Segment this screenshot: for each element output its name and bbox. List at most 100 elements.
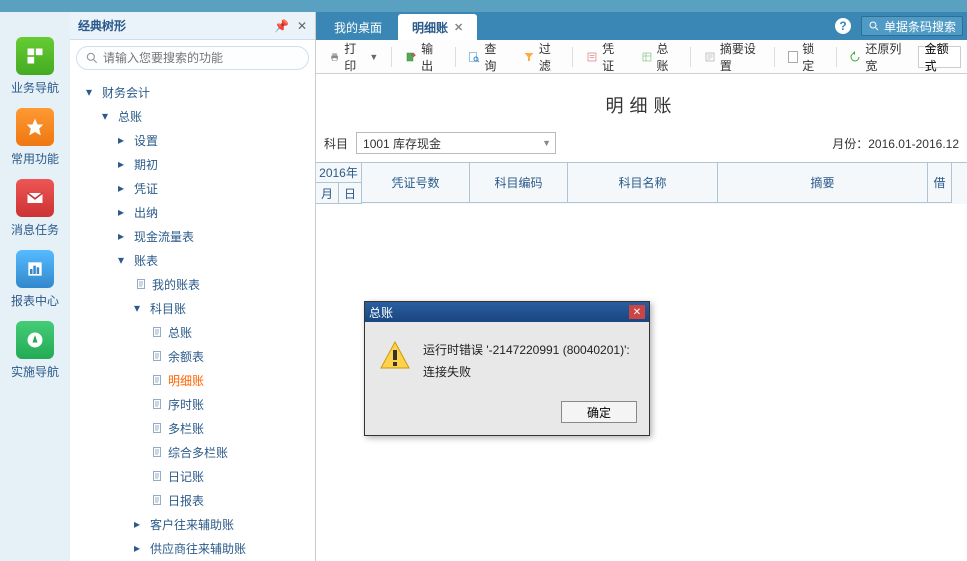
subject-combo[interactable]: 1001 库存现金▼ bbox=[356, 132, 556, 154]
tree-node[interactable]: ▸客户往来辅助账 bbox=[70, 512, 315, 536]
star-icon bbox=[16, 108, 54, 146]
col-summary: 摘要 bbox=[718, 163, 928, 203]
mail-icon bbox=[16, 179, 54, 217]
tree-node-label: 现金流量表 bbox=[134, 228, 194, 245]
tree-node-label: 凭证 bbox=[134, 180, 158, 197]
dialog-titlebar[interactable]: 总账 ✕ bbox=[365, 302, 649, 322]
col-subject-code: 科目编码 bbox=[470, 163, 568, 203]
tree-node[interactable]: ▸ 凭证 bbox=[70, 176, 315, 200]
chevron-right-icon[interactable]: ▸ bbox=[118, 229, 130, 243]
checkbox-icon bbox=[788, 51, 798, 63]
col-debit: 借 bbox=[928, 163, 952, 203]
tree-search-input[interactable] bbox=[103, 51, 300, 65]
tree-node[interactable]: ▸出纳 bbox=[70, 200, 315, 224]
tree-node-label: 科目账 bbox=[150, 300, 186, 317]
tree-node[interactable]: ▾ 科目账 bbox=[70, 296, 315, 320]
tree-node[interactable]: 综合多栏账 bbox=[70, 440, 315, 464]
report-icon bbox=[16, 250, 54, 288]
tree-node[interactable]: ▸供应商往来辅助账 bbox=[70, 536, 315, 560]
query-button[interactable]: 查询 bbox=[461, 45, 511, 69]
rail-messages[interactable]: 消息任务 bbox=[11, 179, 59, 238]
chevron-right-icon[interactable]: ▸ bbox=[134, 541, 146, 555]
main: 我的桌面 明细账✕ ? 单据条码搜索 打印▼ 输出 查询 过滤 凭证 总账 摘要… bbox=[316, 12, 967, 561]
help-icon[interactable]: ? bbox=[835, 18, 851, 34]
tree-node-label: 账表 bbox=[134, 252, 158, 269]
tree-node[interactable]: 多栏账 bbox=[70, 416, 315, 440]
restore-cols-button[interactable]: 还原列宽 bbox=[842, 45, 913, 69]
ledger-button[interactable]: 总账 bbox=[634, 45, 684, 69]
dialog-title: 总账 bbox=[369, 304, 393, 321]
document-icon bbox=[150, 493, 164, 507]
close-icon[interactable]: ✕ bbox=[297, 19, 307, 33]
chevron-down-icon[interactable]: ▾ bbox=[134, 301, 146, 315]
tree-search[interactable] bbox=[76, 46, 309, 70]
col-subject-name: 科目名称 bbox=[568, 163, 718, 203]
chevron-right-icon[interactable]: ▸ bbox=[118, 157, 130, 171]
document-icon bbox=[150, 421, 164, 435]
chevron-right-icon[interactable]: ▸ bbox=[118, 205, 130, 219]
tree-node[interactable]: 明细账 bbox=[70, 368, 315, 392]
tab-detail-ledger[interactable]: 明细账✕ bbox=[398, 14, 477, 40]
tree-node[interactable]: ▸期初 bbox=[70, 152, 315, 176]
tree-node-label: 日记账 bbox=[168, 468, 204, 485]
chevron-right-icon[interactable]: ▸ bbox=[118, 133, 130, 147]
barcode-placeholder: 单据条码搜索 bbox=[884, 18, 956, 35]
grid: 2016年 月日 凭证号数 科目编码 科目名称 摘要 借 bbox=[316, 162, 967, 204]
rail-impl[interactable]: 实施导航 bbox=[11, 321, 59, 380]
tree-node[interactable]: ▾财务会计 bbox=[70, 80, 315, 104]
print-button[interactable]: 打印▼ bbox=[322, 45, 385, 69]
summary-icon bbox=[704, 50, 716, 64]
voucher-button[interactable]: 凭证 bbox=[579, 45, 629, 69]
rail-common[interactable]: 常用功能 bbox=[11, 108, 59, 167]
chevron-right-icon[interactable]: ▸ bbox=[134, 517, 146, 531]
query-icon bbox=[468, 50, 480, 64]
tree-node[interactable]: 日记账 bbox=[70, 464, 315, 488]
amount-format-combo[interactable]: 金额式 bbox=[918, 46, 961, 68]
close-icon[interactable]: ✕ bbox=[454, 21, 463, 34]
chevron-down-icon[interactable]: ▾ bbox=[118, 253, 130, 267]
document-icon bbox=[150, 325, 164, 339]
tree-node[interactable]: 序时账 bbox=[70, 392, 315, 416]
search-icon bbox=[868, 20, 880, 32]
tab-desktop[interactable]: 我的桌面 bbox=[320, 14, 396, 40]
pin-icon[interactable]: 📌 bbox=[274, 19, 289, 33]
tree-body: ▾财务会计▾总账▸设置▸期初▸凭证▸出纳▸现金流量表▾账表我的账表▾科目账总账余… bbox=[70, 76, 315, 561]
chevron-right-icon[interactable]: ▸ bbox=[118, 181, 130, 195]
tree-node-label: 综合多栏账 bbox=[168, 444, 228, 461]
tree-node[interactable]: 日报表 bbox=[70, 488, 315, 512]
summary-button[interactable]: 摘要设置 bbox=[697, 45, 768, 69]
close-icon[interactable]: ✕ bbox=[629, 305, 645, 319]
voucher-icon bbox=[586, 50, 598, 64]
tree-node[interactable]: ▸设置 bbox=[70, 128, 315, 152]
printer-icon bbox=[329, 50, 340, 64]
ok-button[interactable]: 确定 bbox=[561, 401, 637, 423]
rail-label: 实施导航 bbox=[11, 363, 59, 380]
col-voucher-no: 凭证号数 bbox=[362, 163, 470, 203]
tree-panel: 经典树形 📌 ✕ ▾财务会计▾总账▸设置▸期初▸凭证▸出纳▸现金流量表▾账表我的… bbox=[70, 12, 316, 561]
rail-reports[interactable]: 报表中心 bbox=[11, 250, 59, 309]
tree-node-label: 余额表 bbox=[168, 348, 204, 365]
tree-node[interactable]: ▾ 账表 bbox=[70, 248, 315, 272]
filter-button[interactable]: 过滤 bbox=[516, 45, 566, 69]
tree-node[interactable]: 余额表 bbox=[70, 344, 315, 368]
tree-node[interactable]: 我的账表 bbox=[70, 272, 315, 296]
barcode-search[interactable]: 单据条码搜索 bbox=[861, 16, 963, 36]
error-dialog: 总账 ✕ 运行时错误 '-2147220991 (80040201)': 连接失… bbox=[364, 301, 650, 436]
tree-node-label: 日报表 bbox=[168, 492, 204, 509]
tree-header: 经典树形 📌 ✕ bbox=[70, 12, 315, 40]
document-icon bbox=[150, 469, 164, 483]
export-button[interactable]: 输出 bbox=[398, 45, 448, 69]
warning-icon bbox=[379, 340, 411, 372]
tree-node[interactable]: ▾总账 bbox=[70, 104, 315, 128]
page-title: 明细账 bbox=[316, 74, 967, 132]
chevron-down-icon[interactable]: ▾ bbox=[102, 109, 114, 123]
rail-biz-nav[interactable]: 业务导航 bbox=[11, 37, 59, 96]
filter-row: 科目 1001 库存现金▼ 月份：2016.01-2016.12 bbox=[316, 132, 967, 162]
lock-toggle[interactable]: 锁定 bbox=[781, 45, 830, 69]
tree-node[interactable]: 总账 bbox=[70, 320, 315, 344]
dialog-message: 运行时错误 '-2147220991 (80040201)': 连接失败 bbox=[423, 340, 630, 383]
chevron-down-icon[interactable]: ▾ bbox=[86, 85, 98, 99]
tree-node[interactable]: ▸ 现金流量表 bbox=[70, 224, 315, 248]
period-display: 月份：2016.01-2016.12 bbox=[832, 135, 959, 152]
compass-icon bbox=[16, 321, 54, 359]
